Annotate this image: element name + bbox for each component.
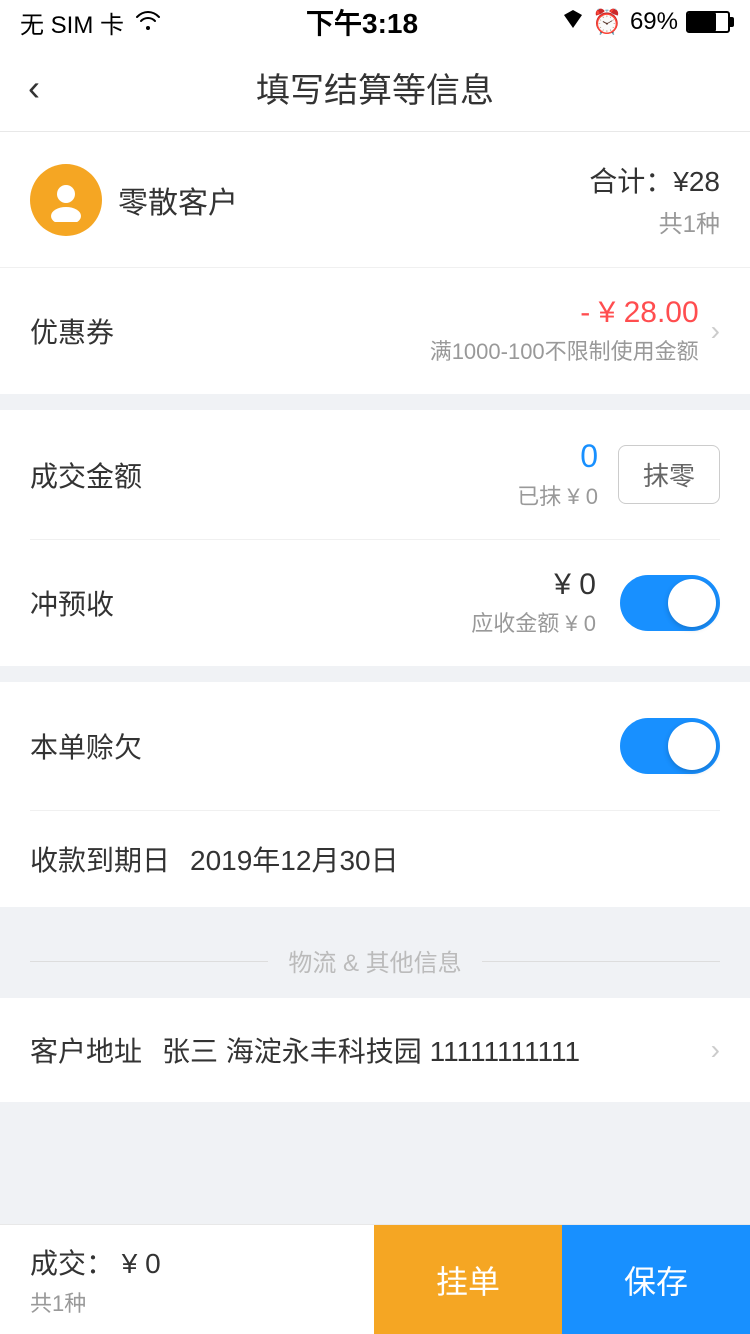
coupon-label: 优惠券	[30, 311, 114, 351]
prepay-sub: 应收金额 ¥ 0	[471, 606, 596, 638]
debt-label: 本单赊欠	[30, 726, 142, 766]
nav-bar: ‹ 填写结算等信息	[0, 44, 750, 132]
location-icon	[562, 8, 584, 37]
duedate-label: 收款到期日	[30, 839, 170, 879]
round-off-button[interactable]: 抹零	[618, 445, 720, 504]
page-title: 填写结算等信息	[256, 63, 494, 112]
status-right: ⏰ 69%	[562, 8, 730, 37]
coupon-value: - ¥ 28.00 满1000-100不限制使用金额	[430, 296, 699, 366]
transaction-value-wrap: 0 已抹 ¥ 0	[517, 438, 598, 511]
coupon-chevron-icon: ›	[711, 315, 720, 347]
coupon-amount: - ¥ 28.00	[430, 296, 699, 330]
hang-button[interactable]: 挂单	[374, 1225, 562, 1334]
battery-percent: 69%	[630, 8, 678, 36]
sim-indicator: 无 SIM 卡	[20, 5, 124, 40]
customer-left: 零散客户	[30, 164, 238, 236]
prepay-right: ¥ 0 应收金额 ¥ 0	[471, 568, 720, 638]
prepay-label: 冲预收	[30, 583, 114, 623]
transaction-value: 0	[517, 438, 598, 475]
save-button[interactable]: 保存	[562, 1225, 750, 1334]
bottom-info: 成交： ¥ 0 共1种	[0, 1242, 374, 1318]
debt-toggle-knob	[668, 722, 716, 770]
prepay-toggle[interactable]	[620, 575, 720, 631]
transaction-row: 成交金额 0 已抹 ¥ 0 抹零	[30, 410, 720, 540]
prepay-value-wrap: ¥ 0 应收金额 ¥ 0	[471, 568, 596, 638]
alarm-icon: ⏰	[592, 8, 622, 37]
wifi-icon	[134, 8, 162, 36]
customer-count: 共1种	[589, 204, 720, 239]
logistics-sep-text: 物流 & 其他信息	[268, 950, 481, 977]
customer-summary: 合计：¥28 共1种	[589, 160, 720, 239]
customer-row: 零散客户 合计：¥28 共1种	[0, 132, 750, 267]
transaction-label: 成交金额	[30, 455, 142, 495]
bottom-deal-label: 成交：	[30, 1248, 114, 1279]
customer-total: 合计：¥28	[589, 160, 720, 200]
address-section: 客户地址 张三 海淀永丰科技园 11111111111 ›	[0, 998, 750, 1102]
status-time: 下午3:18	[306, 2, 418, 42]
debt-toggle[interactable]	[620, 718, 720, 774]
bottom-bar: 成交： ¥ 0 共1种 挂单 保存	[0, 1224, 750, 1334]
customer-section: 零散客户 合计：¥28 共1种 优惠券 - ¥ 28.00 满1000-100不…	[0, 132, 750, 394]
toggle-knob	[668, 579, 716, 627]
duedate-value: 2019年12月30日	[190, 839, 399, 879]
debt-section: 本单赊欠 收款到期日 2019年12月30日	[0, 682, 750, 907]
address-label: 客户地址	[30, 1030, 142, 1070]
transaction-right: 0 已抹 ¥ 0 抹零	[517, 438, 720, 511]
bottom-deal-line: 成交： ¥ 0	[30, 1242, 344, 1282]
customer-avatar	[30, 164, 102, 236]
amount-section: 成交金额 0 已抹 ¥ 0 抹零 冲预收 ¥ 0 应收金额 ¥ 0	[0, 410, 750, 666]
address-row[interactable]: 客户地址 张三 海淀永丰科技园 11111111111 ›	[30, 998, 720, 1102]
status-left: 无 SIM 卡	[20, 5, 162, 40]
coupon-right: - ¥ 28.00 满1000-100不限制使用金额 ›	[430, 296, 720, 366]
coupon-desc: 满1000-100不限制使用金额	[430, 334, 699, 366]
main-content: 零散客户 合计：¥28 共1种 优惠券 - ¥ 28.00 满1000-100不…	[0, 132, 750, 1238]
back-button[interactable]: ‹	[28, 67, 40, 109]
transaction-sub: 已抹 ¥ 0	[517, 479, 598, 511]
prepay-row: 冲预收 ¥ 0 应收金额 ¥ 0	[30, 540, 720, 666]
coupon-row[interactable]: 优惠券 - ¥ 28.00 满1000-100不限制使用金额 ›	[0, 267, 750, 394]
status-bar: 无 SIM 卡 下午3:18 ⏰ 69%	[0, 0, 750, 44]
bottom-deal-amount: ¥ 0	[122, 1248, 161, 1279]
logistics-separator: 物流 & 其他信息	[0, 923, 750, 998]
address-value: 张三 海淀永丰科技园 11111111111	[162, 1030, 711, 1070]
debt-row: 本单赊欠	[30, 682, 720, 810]
battery-icon	[686, 11, 730, 33]
duedate-row: 收款到期日 2019年12月30日	[30, 810, 720, 907]
address-chevron-icon: ›	[711, 1034, 720, 1066]
bottom-count: 共1种	[30, 1286, 344, 1318]
customer-name: 零散客户	[118, 178, 238, 222]
prepay-amount: ¥ 0	[471, 568, 596, 602]
